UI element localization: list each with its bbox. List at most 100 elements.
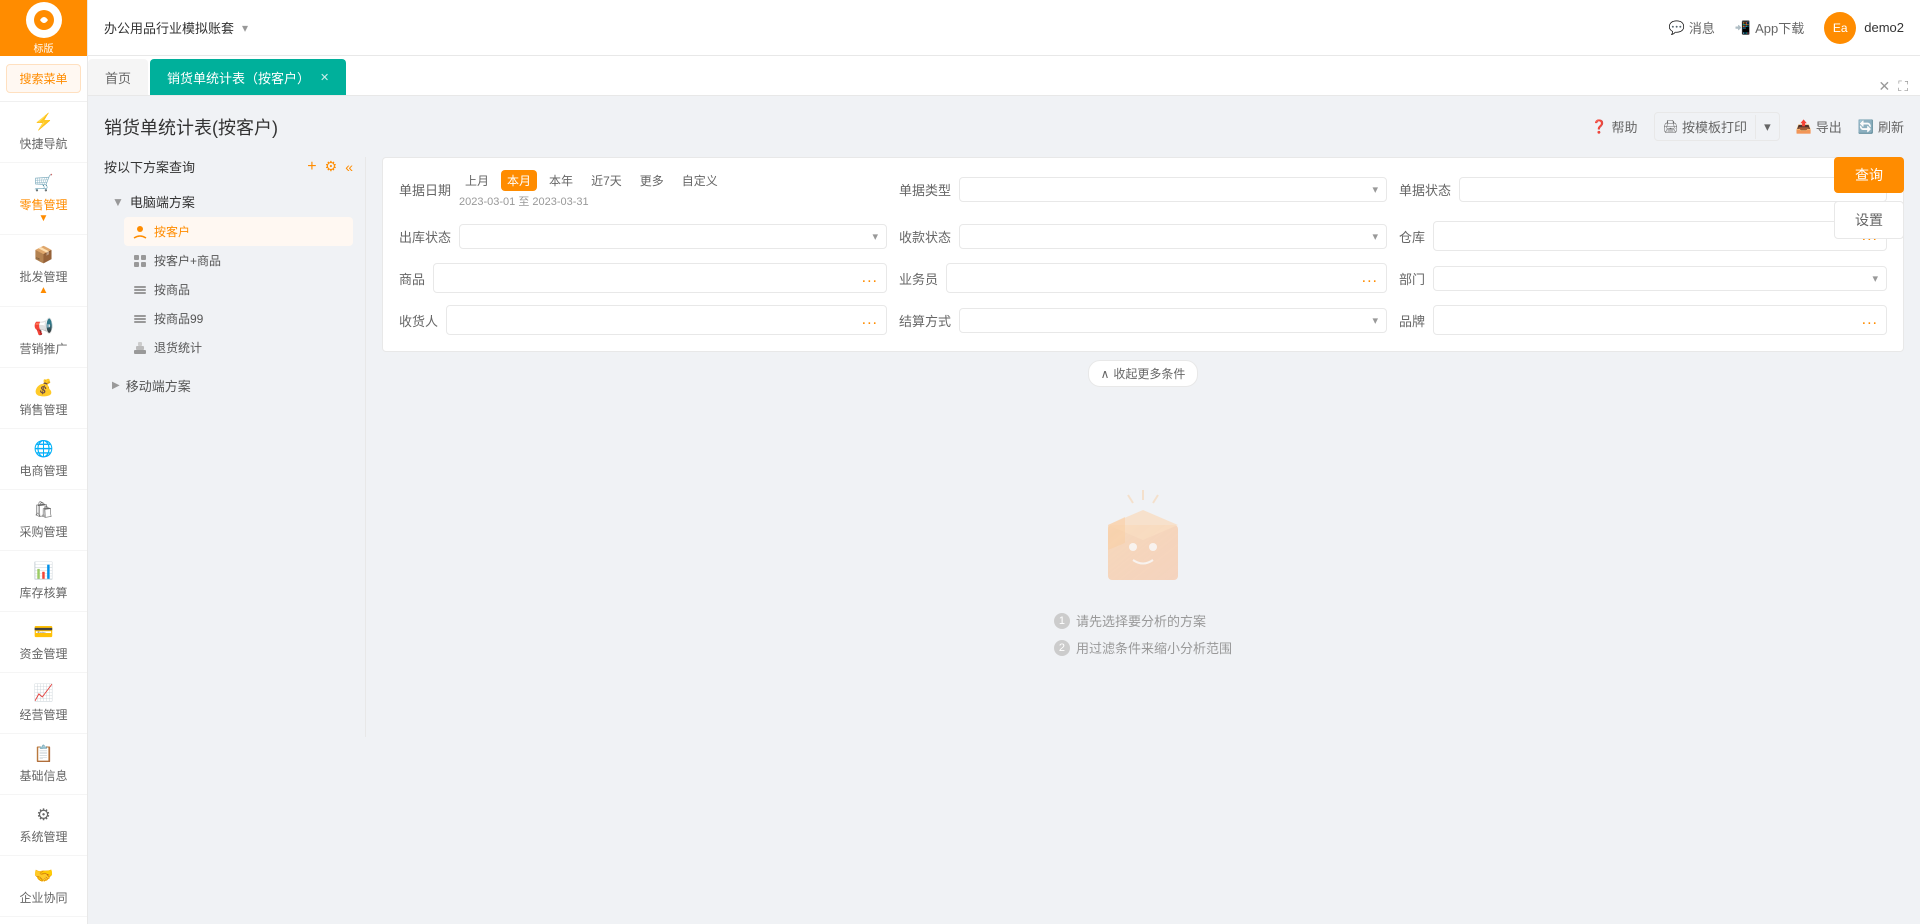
tip-num-2: 2 [1054,640,1070,656]
filter-payment-status-item: 收款状态 ▾ [899,224,1387,249]
filter-goods-input[interactable]: ... [433,263,887,293]
filter-receiver-input[interactable]: ... [446,305,887,335]
export-button[interactable]: 📤 导出 [1796,117,1842,136]
sidebar-item-marketing[interactable]: 📢 营销推广 [0,307,87,368]
refresh-button[interactable]: 🔄 刷新 [1858,117,1904,136]
avatar: Ea [1824,12,1856,44]
logo-icon [26,2,62,38]
return-stat-icon [132,340,148,356]
tree-child-return-stat[interactable]: 退货统计 [124,333,353,362]
filter-doc-type-select[interactable]: ▾ [959,177,1387,202]
filter-date-row: 上月 本月 本年 近7天 更多 自定义 [459,170,887,191]
filter-salesperson-input[interactable]: ... [946,263,1387,293]
sidebar-item-finance[interactable]: 💳 资金管理 [0,612,87,673]
sidebar-item-sales-label: 销售管理 [19,401,67,418]
brand-dots-icon[interactable]: ... [1862,311,1878,329]
close-window-icon[interactable]: ✕ [1878,78,1890,95]
tree-desktop-section[interactable]: ▼ 电脑端方案 [104,186,353,217]
sidebar-item-newbie[interactable]: 🎯 新手引导 [0,917,87,924]
sidebar-item-wholesale[interactable]: 📦 批发管理 ▲ [0,235,87,307]
tree-child-by-goods-99[interactable]: 按商品99 [124,304,353,333]
this-month-btn[interactable]: 本月 [501,170,537,191]
sidebar-item-quick-nav-label: 快捷导航 [19,135,67,152]
filter-dept-select[interactable]: ▾ [1433,266,1887,291]
collapse-panel-icon[interactable]: « [345,159,353,175]
sidebar-item-cooperation[interactable]: 🤝 企业协同 [0,856,87,917]
page-actions: ❓ 帮助 🖨 按模板打印 ▾ 📤 导出 [1591,112,1904,141]
by-customer-goods-icon [132,253,148,269]
help-icon: ❓ [1591,119,1607,135]
sidebar-item-operation[interactable]: 📈 经营管理 [0,673,87,734]
wholesale-arrow-icon: ▲ [39,285,49,296]
filter-out-status-select[interactable]: ▾ [459,224,887,249]
sidebar-item-purchase[interactable]: 🛍 采购管理 [0,490,87,551]
app-download-button[interactable]: 📲 App下载 [1735,18,1804,37]
filter-warehouse-item: 仓库 ... [1399,221,1887,251]
export-icon: 📤 [1796,119,1812,135]
sidebar-item-basic-info[interactable]: 📋 基础信息 [0,734,87,795]
right-panel: 单据日期 上月 本月 本年 近7天 更多 自定义 [366,157,1904,737]
filter-row-4: 收货人 ... 结算方式 [399,305,1887,335]
last-month-btn[interactable]: 上月 [459,170,495,191]
tree-child-by-goods[interactable]: 按商品 [124,275,353,304]
user-name: demo2 [1864,20,1904,35]
more-date-btn[interactable]: 更多 [634,170,670,191]
filter-settlement-label: 结算方式 [899,311,951,330]
sidebar-item-quick-nav[interactable]: ⚡ 快捷导航 [0,102,87,163]
receiver-dots-icon[interactable]: ... [862,311,878,329]
salesperson-dots-icon[interactable]: ... [1362,269,1378,287]
tree-child-by-customer-label: 按客户 [154,223,190,240]
content-body: 按以下方案查询 + ⚙ « ▼ 电脑端方案 [104,157,1904,737]
topbar-dropdown-icon[interactable]: ▾ [242,21,248,35]
mobile-section-header[interactable]: ▶ 移动端方案 [104,370,353,401]
content-area: 销货单统计表(按客户) ❓ 帮助 🖨 按模板打印 ▾ [88,96,1920,924]
tree-child-by-customer[interactable]: 按客户 [124,217,353,246]
left-panel: 按以下方案查询 + ⚙ « ▼ 电脑端方案 [104,157,366,737]
settlement-arrow-icon: ▾ [1372,314,1378,327]
by-goods-icon [132,282,148,298]
sidebar-item-system-label: 系统管理 [19,828,67,845]
settings-scheme-icon[interactable]: ⚙ [325,158,338,175]
filter-payment-status-select[interactable]: ▾ [959,224,1387,249]
search-menu-button[interactable]: 搜索菜单 [6,64,81,93]
maximize-icon[interactable]: ⛶ [1898,78,1908,95]
page-title: 销货单统计表(按客户) [104,114,278,140]
sidebar-item-retail[interactable]: 🛒 零售管理 ▼ [0,163,87,235]
filter-brand-input[interactable]: ... [1433,305,1887,335]
print-dropdown-button[interactable]: ▾ [1756,115,1779,139]
sidebar-item-sales[interactable]: 💰 销售管理 [0,368,87,429]
out-status-arrow-icon: ▾ [872,230,878,243]
tree-child-by-customer-goods[interactable]: 按客户+商品 [124,246,353,275]
user-info[interactable]: Ea demo2 [1824,12,1904,44]
print-button[interactable]: 🖨 按模板打印 [1655,113,1756,140]
filter-goods-item: 商品 ... [399,263,887,293]
filter-doc-status-item: 单据状态 ▾ [1399,177,1887,202]
add-scheme-icon[interactable]: + [307,158,316,176]
tab-home[interactable]: 首页 [88,59,148,95]
filter-doc-status-select[interactable]: ▾ [1459,177,1887,202]
tab-sales-stat[interactable]: 销货单统计表（按客户） ✕ [150,59,346,95]
help-button[interactable]: ❓ 帮助 [1591,117,1637,136]
settings-button[interactable]: 设置 [1834,201,1904,239]
sidebar-item-system[interactable]: ⚙ 系统管理 [0,795,87,856]
query-button[interactable]: 查询 [1834,157,1904,193]
filter-settlement-select[interactable]: ▾ [959,308,1387,333]
sidebar-item-ecommerce[interactable]: 🌐 电商管理 [0,429,87,490]
filter-doc-type-label: 单据类型 [899,180,951,199]
custom-date-btn[interactable]: 自定义 [676,170,724,191]
mobile-expand-icon: ▶ [112,380,120,391]
goods-dots-icon[interactable]: ... [862,269,878,287]
filter-brand-item: 品牌 ... [1399,305,1887,335]
sidebar-logo[interactable]: 标版 [0,0,87,56]
sidebar-item-inventory[interactable]: 📊 库存核算 [0,551,87,612]
filter-warehouse-input[interactable]: ... [1433,221,1887,251]
tab-close-icon[interactable]: ✕ [320,71,329,84]
last7days-btn[interactable]: 近7天 [585,170,628,191]
refresh-label: 刷新 [1878,117,1904,136]
sidebar-item-basic-info-label: 基础信息 [19,767,67,784]
this-year-btn[interactable]: 本年 [543,170,579,191]
filter-date-label: 单据日期 [399,180,451,199]
collapse-conditions-button[interactable]: ∧ 收起更多条件 [1088,360,1199,387]
message-button[interactable]: 💬 消息 [1669,18,1715,37]
filter-date-control: 上月 本月 本年 近7天 更多 自定义 2023-03-01 至 2023-03… [459,170,887,209]
